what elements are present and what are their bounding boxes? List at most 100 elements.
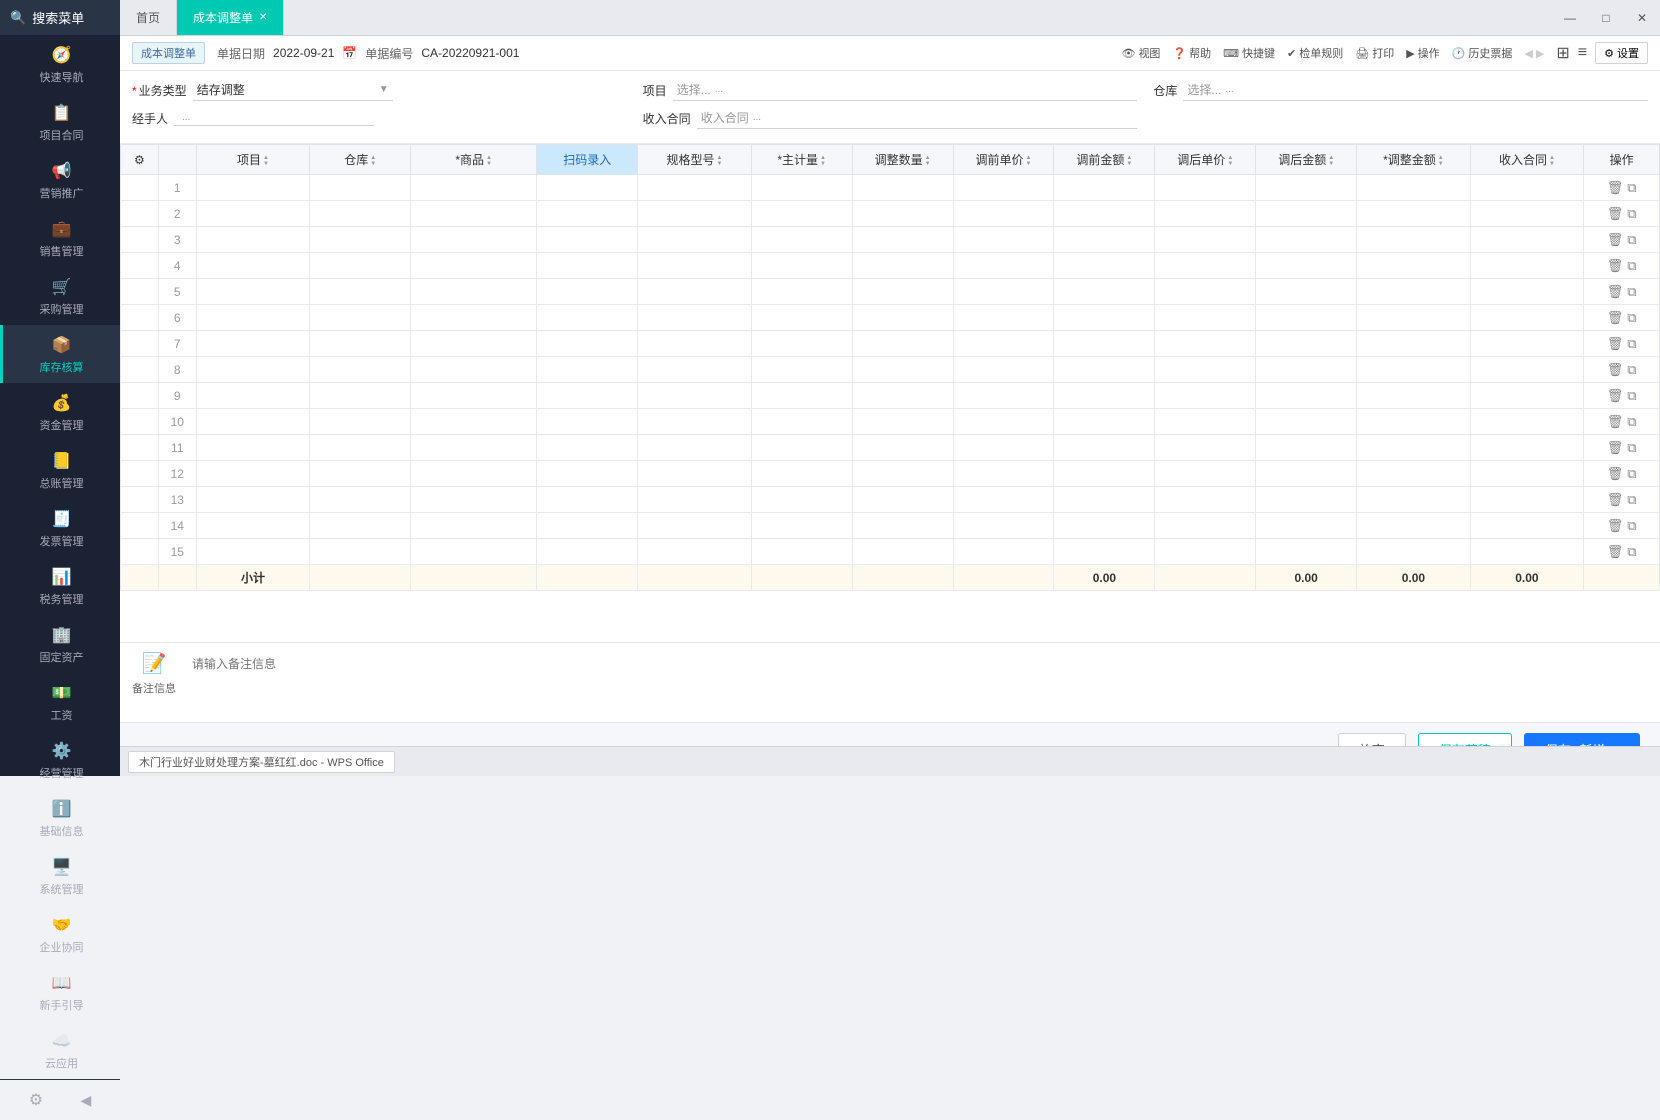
cell-row7-project[interactable]	[196, 331, 310, 357]
cell-row5-project[interactable]	[196, 279, 310, 305]
income-contract-select[interactable]: 收入合同 ...	[697, 107, 1138, 129]
sidebar-item-ops-mgmt[interactable]: ⚙️经营管理	[0, 731, 120, 789]
cell-row14-settings[interactable]	[121, 513, 159, 539]
cell-row9-adjust_amount[interactable]	[1357, 383, 1471, 409]
cell-row4-warehouse[interactable]	[310, 253, 411, 279]
delete-icon-row6[interactable]: 🗑	[1607, 310, 1624, 326]
cell-row11-after_amount[interactable]	[1256, 435, 1357, 461]
copy-icon-row14[interactable]: ⧉	[1627, 518, 1636, 534]
cell-row10-income_contract[interactable]	[1470, 409, 1584, 435]
taskbar-item[interactable]: 木门行业好业财处理方案-墓红红.doc - WPS Office	[128, 751, 395, 773]
cell-row12-unit[interactable]	[751, 461, 852, 487]
cell-row4-spec[interactable]	[638, 253, 752, 279]
cell-row2-after_amount[interactable]	[1256, 201, 1357, 227]
cell-row12-before_price[interactable]	[953, 461, 1054, 487]
cell-row5-adjust_amount[interactable]	[1357, 279, 1471, 305]
cell-row6-warehouse[interactable]	[310, 305, 411, 331]
cell-row4-settings[interactable]	[121, 253, 159, 279]
table-settings-icon[interactable]: ⚙	[134, 153, 145, 167]
doc-action-check[interactable]: ✔检单规则	[1287, 45, 1343, 61]
cell-row8-before_price[interactable]	[953, 357, 1054, 383]
settings-button[interactable]: ⚙ 设置	[1595, 42, 1648, 64]
cell-row10-after_price[interactable]	[1155, 409, 1256, 435]
cell-row10-warehouse[interactable]	[310, 409, 411, 435]
cell-row9-unit[interactable]	[751, 383, 852, 409]
cell-row15-scan[interactable]	[537, 539, 638, 565]
sort-icon-income_contract[interactable]: ▲▼	[1549, 155, 1555, 167]
cell-row11-spec[interactable]	[638, 435, 752, 461]
cell-row6-settings[interactable]	[121, 305, 159, 331]
copy-icon-row5[interactable]: ⧉	[1627, 284, 1636, 300]
cell-row6-unit[interactable]	[751, 305, 852, 331]
cell-row15-spec[interactable]	[638, 539, 752, 565]
cell-row2-unit[interactable]	[751, 201, 852, 227]
copy-icon-row11[interactable]: ⧉	[1627, 440, 1636, 456]
cell-row14-unit[interactable]	[751, 513, 852, 539]
doc-action-operation[interactable]: ▶操作	[1406, 45, 1439, 61]
cell-row8-scan[interactable]	[537, 357, 638, 383]
cell-row3-product[interactable]	[411, 227, 537, 253]
tab-cost-adjustment[interactable]: 成本调整单✕	[177, 0, 284, 35]
delete-icon-row13[interactable]: 🗑	[1607, 492, 1624, 508]
delete-icon-row12[interactable]: 🗑	[1607, 466, 1624, 482]
cell-row8-spec[interactable]	[638, 357, 752, 383]
sidebar-item-beginner-guide[interactable]: 📖新手引导	[0, 963, 120, 1021]
cell-row7-spec[interactable]	[638, 331, 752, 357]
delete-icon-row4[interactable]: 🗑	[1607, 258, 1624, 274]
cell-row15-before_amount[interactable]	[1054, 539, 1155, 565]
cell-row2-income_contract[interactable]	[1470, 201, 1584, 227]
sidebar-item-purchase-mgmt[interactable]: 🛒采购管理	[0, 267, 120, 325]
sort-icon-qty[interactable]: ▲▼	[925, 155, 931, 167]
cell-row4-project[interactable]	[196, 253, 310, 279]
cell-row5-product[interactable]	[411, 279, 537, 305]
cell-row3-settings[interactable]	[121, 227, 159, 253]
cell-row7-warehouse[interactable]	[310, 331, 411, 357]
cell-row4-after_price[interactable]	[1155, 253, 1256, 279]
cell-row9-before_price[interactable]	[953, 383, 1054, 409]
cell-row14-after_price[interactable]	[1155, 513, 1256, 539]
cell-row13-settings[interactable]	[121, 487, 159, 513]
cell-row12-spec[interactable]	[638, 461, 752, 487]
cell-row4-after_amount[interactable]	[1256, 253, 1357, 279]
cell-row10-settings[interactable]	[121, 409, 159, 435]
cell-row9-after_amount[interactable]	[1256, 383, 1357, 409]
collapse-icon[interactable]: ◀	[81, 1092, 92, 1109]
cell-row5-unit[interactable]	[751, 279, 852, 305]
cell-row6-scan[interactable]	[537, 305, 638, 331]
cell-row3-spec[interactable]	[638, 227, 752, 253]
business-type-select[interactable]: 结存调整 ▼	[193, 79, 393, 101]
cell-row7-after_amount[interactable]	[1256, 331, 1357, 357]
cell-row15-qty[interactable]	[852, 539, 953, 565]
cell-row11-unit[interactable]	[751, 435, 852, 461]
cell-row6-spec[interactable]	[638, 305, 752, 331]
cell-row13-after_price[interactable]	[1155, 487, 1256, 513]
cell-row6-qty[interactable]	[852, 305, 953, 331]
minimize-button[interactable]: —	[1552, 0, 1588, 36]
cell-row5-income_contract[interactable]	[1470, 279, 1584, 305]
cell-row11-scan[interactable]	[537, 435, 638, 461]
cell-row9-product[interactable]	[411, 383, 537, 409]
cell-row13-after_amount[interactable]	[1256, 487, 1357, 513]
sidebar-item-capital-mgmt[interactable]: 💰资金管理	[0, 383, 120, 441]
copy-icon-row6[interactable]: ⧉	[1627, 310, 1636, 326]
copy-icon-row8[interactable]: ⧉	[1627, 362, 1636, 378]
settings-icon[interactable]: ⚙	[29, 1090, 43, 1110]
tab-home[interactable]: 首页	[120, 0, 177, 35]
cell-row14-qty[interactable]	[852, 513, 953, 539]
delete-icon-row3[interactable]: 🗑	[1607, 232, 1624, 248]
cell-row15-after_price[interactable]	[1155, 539, 1256, 565]
cell-row5-warehouse[interactable]	[310, 279, 411, 305]
sort-icon-warehouse[interactable]: ▲▼	[370, 155, 376, 167]
cell-row3-after_amount[interactable]	[1256, 227, 1357, 253]
cell-row2-project[interactable]	[196, 201, 310, 227]
cell-row8-warehouse[interactable]	[310, 357, 411, 383]
delete-icon-row9[interactable]: 🗑	[1607, 388, 1624, 404]
copy-icon-row4[interactable]: ⧉	[1627, 258, 1636, 274]
sidebar-item-invoice-mgmt[interactable]: 🧾发票管理	[0, 499, 120, 557]
cell-row11-before_amount[interactable]	[1054, 435, 1155, 461]
cell-row13-scan[interactable]	[537, 487, 638, 513]
cell-row15-unit[interactable]	[751, 539, 852, 565]
sidebar-item-quick-nav[interactable]: 🧭快速导航	[0, 35, 120, 93]
delete-icon-row15[interactable]: 🗑	[1607, 544, 1624, 560]
cell-row15-adjust_amount[interactable]	[1357, 539, 1471, 565]
